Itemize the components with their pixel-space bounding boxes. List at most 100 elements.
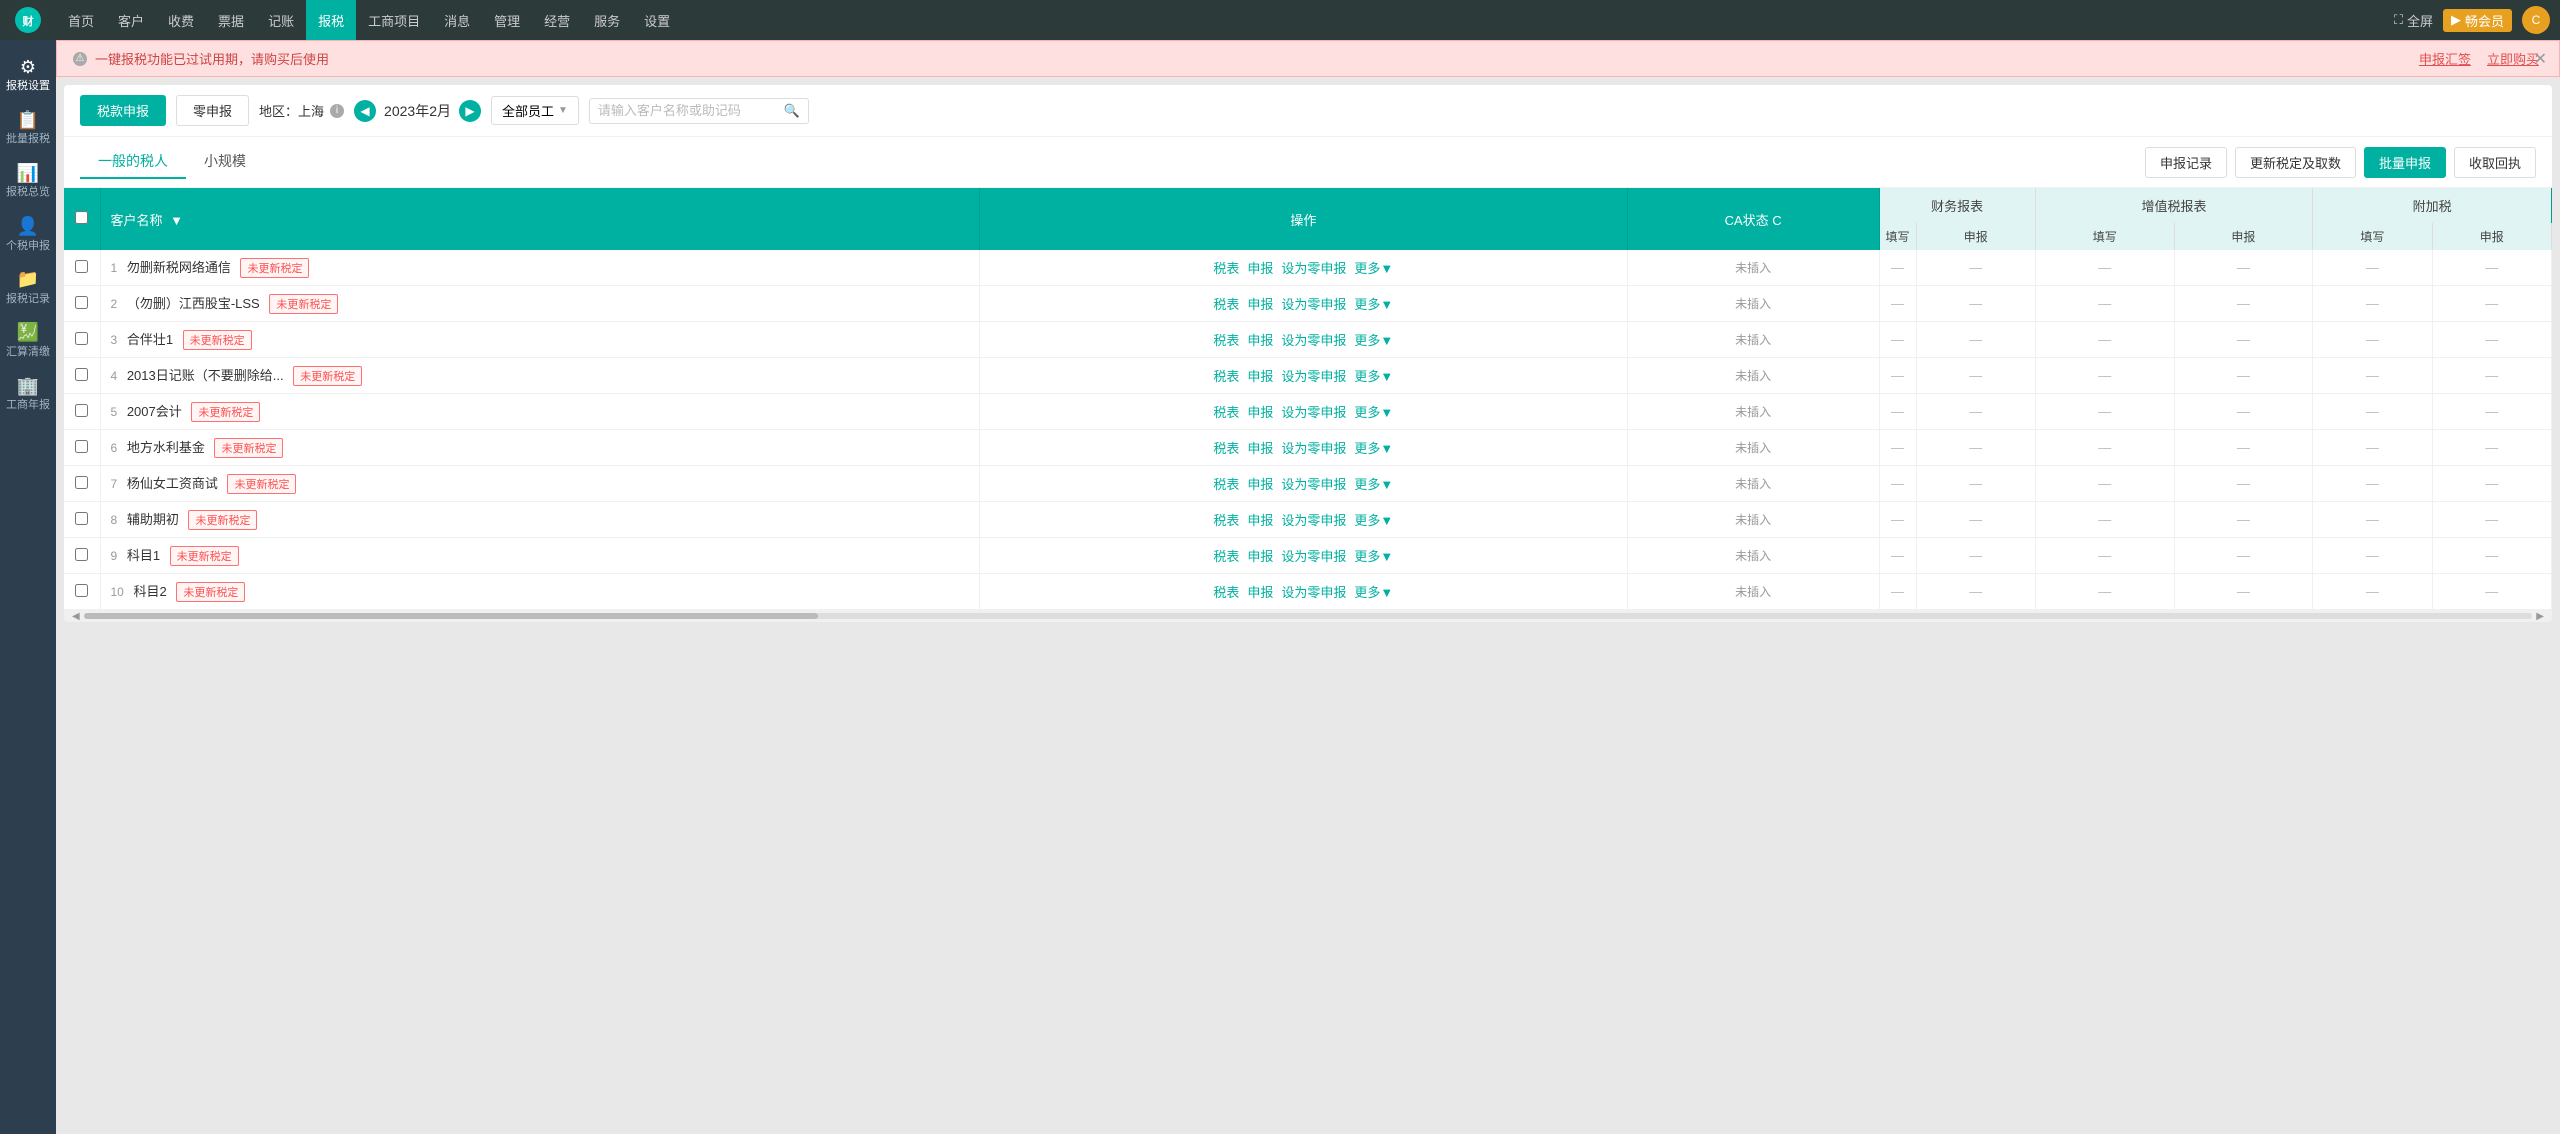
date-prev-button[interactable]: ◀	[354, 100, 376, 122]
op-zero-link[interactable]: 设为零申报	[1281, 366, 1346, 385]
batch-submit-button[interactable]: 批量申报	[2364, 147, 2446, 178]
op-zero-link[interactable]: 设为零申报	[1281, 330, 1346, 349]
region-info-icon[interactable]: i	[330, 104, 344, 118]
op-submit-link[interactable]: 申报	[1247, 330, 1273, 349]
op-submit-link[interactable]: 申报	[1247, 582, 1273, 601]
scroll-thumb[interactable]	[84, 613, 819, 619]
search-icon[interactable]: 🔍	[784, 103, 800, 119]
op-taxform-link[interactable]: 税表	[1213, 510, 1239, 529]
user-avatar[interactable]: C	[2522, 6, 2550, 34]
select-all-checkbox[interactable]	[75, 211, 88, 224]
nav-manage[interactable]: 管理	[482, 0, 532, 40]
row-checkbox[interactable]	[75, 332, 88, 345]
sidebar-item-personal-tax[interactable]: 👤 个税申报	[0, 208, 56, 261]
op-taxform-link[interactable]: 税表	[1213, 366, 1239, 385]
op-taxform-link[interactable]: 税表	[1213, 438, 1239, 457]
scroll-left-arrow[interactable]: ◀	[68, 611, 84, 622]
subtab-small-scale[interactable]: 小规模	[186, 145, 264, 179]
row-checkbox[interactable]	[75, 260, 88, 273]
horizontal-scrollbar[interactable]: ◀ ▶	[64, 610, 2552, 622]
nav-accounting[interactable]: 记账	[256, 0, 306, 40]
op-submit-link[interactable]: 申报	[1247, 258, 1273, 277]
op-taxform-link[interactable]: 税表	[1213, 294, 1239, 313]
row-col-3: —	[2174, 250, 2313, 286]
nav-billing[interactable]: 收费	[156, 0, 206, 40]
op-more-button[interactable]: 更多▼	[1354, 438, 1393, 457]
op-more-button[interactable]: 更多▼	[1354, 330, 1393, 349]
nav-business[interactable]: 工商项目	[356, 0, 432, 40]
op-zero-link[interactable]: 设为零申报	[1281, 258, 1346, 277]
buy-now-link[interactable]: 立即购买	[2487, 49, 2539, 68]
close-banner-button[interactable]: ✕	[2534, 49, 2547, 69]
op-taxform-link[interactable]: 税表	[1213, 402, 1239, 421]
op-zero-link[interactable]: 设为零申报	[1281, 474, 1346, 493]
op-more-button[interactable]: 更多▼	[1354, 546, 1393, 565]
sidebar-item-tax-record[interactable]: 📁 报税记录	[0, 261, 56, 314]
member-button[interactable]: ▶ 畅会员	[2443, 9, 2512, 32]
op-more-button[interactable]: 更多▼	[1354, 510, 1393, 529]
op-taxform-link[interactable]: 税表	[1213, 330, 1239, 349]
row-checkbox[interactable]	[75, 584, 88, 597]
tab-zero-declaration[interactable]: 零申报	[176, 95, 249, 126]
sidebar-item-batch-tax[interactable]: 📋 批量报税	[0, 101, 56, 154]
row-checkbox[interactable]	[75, 368, 88, 381]
op-zero-link[interactable]: 设为零申报	[1281, 294, 1346, 313]
nav-service[interactable]: 服务	[582, 0, 632, 40]
op-submit-link[interactable]: 申报	[1247, 366, 1273, 385]
op-submit-link[interactable]: 申报	[1247, 438, 1273, 457]
fullscreen-icon: ⛶	[2394, 12, 2403, 28]
row-checkbox[interactable]	[75, 440, 88, 453]
op-submit-link[interactable]: 申报	[1247, 510, 1273, 529]
sidebar-item-business-annual[interactable]: 🏢 工商年报	[0, 367, 56, 420]
nav-tax[interactable]: 报税	[306, 0, 356, 40]
nav-message[interactable]: 消息	[432, 0, 482, 40]
sidebar-item-tax-settings[interactable]: ⚙ 报税设置	[0, 48, 56, 101]
op-submit-link[interactable]: 申报	[1247, 294, 1273, 313]
nav-customer[interactable]: 客户	[106, 0, 156, 40]
row-checkbox[interactable]	[75, 404, 88, 417]
row-checkbox[interactable]	[75, 476, 88, 489]
nav-operation[interactable]: 经营	[532, 0, 582, 40]
retrieve-receipt-button[interactable]: 收取回执	[2454, 147, 2536, 178]
update-param-button[interactable]: 更新税定及取数	[2235, 147, 2356, 178]
date-next-button[interactable]: ▶	[459, 100, 481, 122]
sidebar-item-annual-settle[interactable]: 💹 汇算清缴	[0, 314, 56, 367]
scroll-right-arrow[interactable]: ▶	[2532, 611, 2548, 622]
op-more-button[interactable]: 更多▼	[1354, 474, 1393, 493]
staff-dropdown[interactable]: 全部员工 ▼	[491, 96, 579, 125]
op-zero-link[interactable]: 设为零申报	[1281, 510, 1346, 529]
sidebar-item-tax-overview[interactable]: 📊 报税总览	[0, 154, 56, 207]
nav-settings[interactable]: 设置	[632, 0, 682, 40]
row-checkbox[interactable]	[75, 296, 88, 309]
scroll-track[interactable]	[84, 613, 2533, 619]
op-submit-link[interactable]: 申报	[1247, 546, 1273, 565]
row-ca-status: 未插入	[1627, 394, 1879, 430]
op-taxform-link[interactable]: 税表	[1213, 474, 1239, 493]
row-checkbox[interactable]	[75, 548, 88, 561]
row-checkbox[interactable]	[75, 512, 88, 525]
op-zero-link[interactable]: 设为零申报	[1281, 546, 1346, 565]
op-more-button[interactable]: 更多▼	[1354, 582, 1393, 601]
subtab-general-taxpayer[interactable]: 一般的税人	[80, 145, 186, 179]
op-submit-link[interactable]: 申报	[1247, 474, 1273, 493]
nav-invoice[interactable]: 票据	[206, 0, 256, 40]
submit-summary-link[interactable]: 申报汇签	[2419, 49, 2471, 68]
fullscreen-button[interactable]: ⛶ 全屏	[2394, 11, 2433, 30]
submit-record-button[interactable]: 申报记录	[2145, 147, 2227, 178]
op-more-button[interactable]: 更多▼	[1354, 402, 1393, 421]
op-zero-link[interactable]: 设为零申报	[1281, 402, 1346, 421]
op-more-button[interactable]: 更多▼	[1354, 258, 1393, 277]
row-customer-name: 2013日记账（不要删除给...	[127, 368, 284, 383]
nav-home[interactable]: 首页	[56, 0, 106, 40]
op-more-button[interactable]: 更多▼	[1354, 294, 1393, 313]
tab-tax-declaration[interactable]: 税款申报	[80, 95, 166, 126]
op-taxform-link[interactable]: 税表	[1213, 258, 1239, 277]
op-submit-link[interactable]: 申报	[1247, 402, 1273, 421]
op-zero-link[interactable]: 设为零申报	[1281, 582, 1346, 601]
search-input[interactable]	[598, 103, 778, 118]
op-more-button[interactable]: 更多▼	[1354, 366, 1393, 385]
op-taxform-link[interactable]: 税表	[1213, 582, 1239, 601]
sort-icon[interactable]: ▼	[170, 213, 183, 228]
op-taxform-link[interactable]: 税表	[1213, 546, 1239, 565]
op-zero-link[interactable]: 设为零申报	[1281, 438, 1346, 457]
